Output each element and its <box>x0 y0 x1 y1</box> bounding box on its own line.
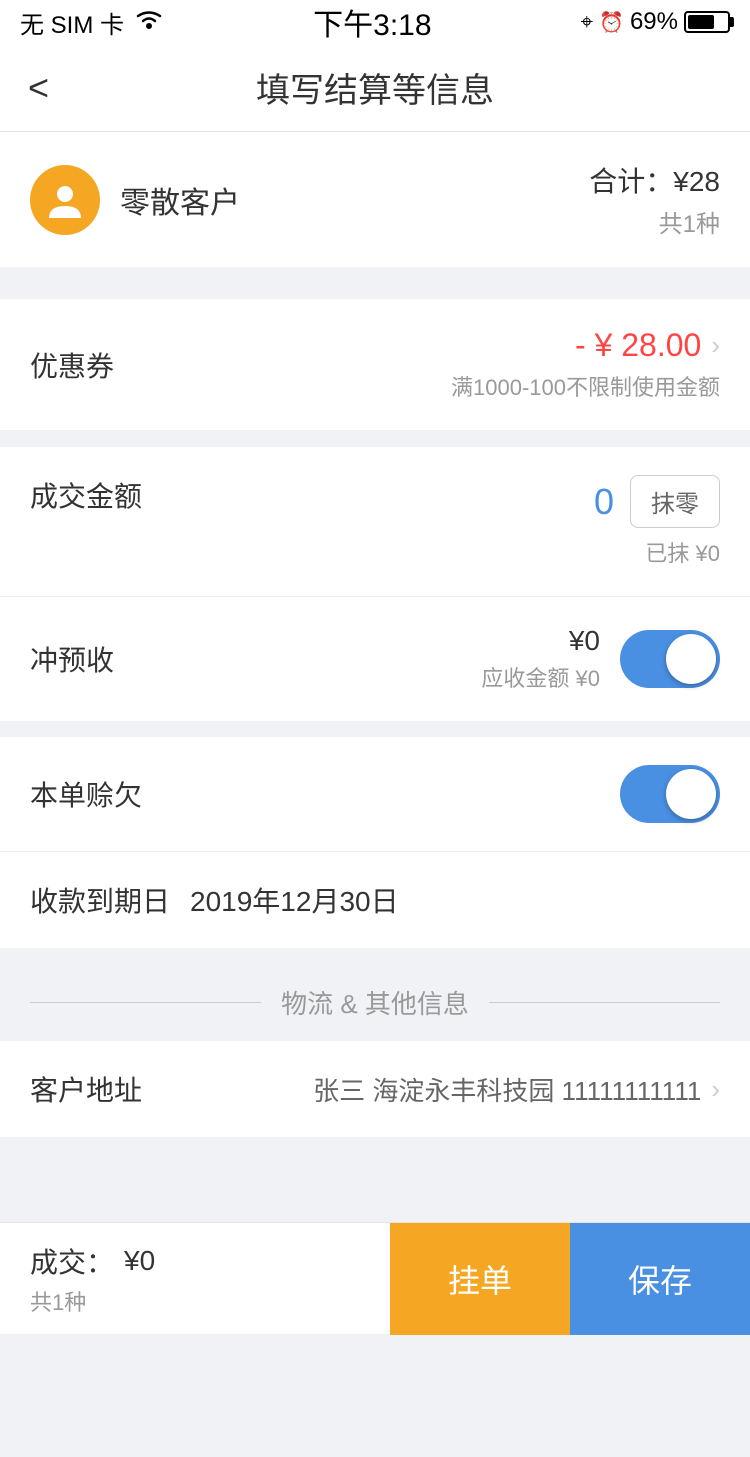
logistics-label: 物流 & 其他信息 <box>281 984 469 1021</box>
save-button[interactable]: 保存 <box>570 1223 750 1335</box>
address-value: 张三 海淀永丰科技园 11111111111 <box>162 1071 701 1108</box>
round-zero-button[interactable]: 抹零 <box>630 475 720 528</box>
prepay-right: ¥0 应收金额 ¥0 <box>481 625 720 693</box>
divider-2 <box>0 431 750 447</box>
coupon-row[interactable]: 优惠券 - ¥ 28.00 › 满1000-100不限制使用金额 <box>0 299 750 431</box>
alarm-icon: ⏰ <box>599 10 624 35</box>
battery-percent: 69% <box>630 8 678 36</box>
credit-label: 本单赊欠 <box>30 774 142 814</box>
location-icon: ⌖ <box>581 9 593 35</box>
prepay-toggle[interactable] <box>620 630 720 688</box>
due-date-row: 收款到期日 2019年12月30日 <box>0 851 750 948</box>
customer-left: 零散客户 <box>30 165 240 235</box>
divider-4 <box>0 948 750 964</box>
due-date-value: 2019年12月30日 <box>190 880 399 920</box>
address-chevron-icon: › <box>711 1074 720 1105</box>
status-time: 下午3:18 <box>313 0 431 44</box>
prepay-sub: 应收金额 ¥0 <box>481 661 600 693</box>
coupon-subtext: 满1000-100不限制使用金额 <box>451 370 720 402</box>
prepay-row: 冲预收 ¥0 应收金额 ¥0 <box>0 597 750 721</box>
nav-bar: < 填写结算等信息 <box>0 44 750 132</box>
credit-row: 本单赊欠 <box>0 737 750 851</box>
header-line-right <box>489 1002 720 1003</box>
deal-amount-row: 成交金额 0 抹零 已抹 ¥0 <box>0 447 750 597</box>
carrier-text: 无 SIM 卡 <box>20 5 124 40</box>
hang-button[interactable]: 挂单 <box>390 1223 570 1335</box>
avatar <box>30 165 100 235</box>
bottom-deal-label: 成交： <box>30 1241 114 1281</box>
toggle-thumb <box>666 634 716 684</box>
address-label: 客户地址 <box>30 1069 142 1109</box>
total-count: 共1种 <box>589 204 720 239</box>
page-title: 填写结算等信息 <box>256 63 494 112</box>
bottom-count: 共1种 <box>30 1285 360 1317</box>
status-left: 无 SIM 卡 <box>20 5 164 40</box>
wifi-icon <box>134 8 164 37</box>
coupon-right: - ¥ 28.00 › 满1000-100不限制使用金额 <box>451 327 720 402</box>
customer-summary: 合计：¥28 共1种 <box>589 160 720 239</box>
deal-sub-text: 已抹 ¥0 <box>645 536 720 568</box>
total-amount: 合计：¥28 <box>589 160 720 200</box>
status-right: ⌖ ⏰ 69% <box>581 8 730 36</box>
logistics-section-header: 物流 & 其他信息 <box>0 964 750 1041</box>
battery-icon <box>684 11 730 33</box>
address-row[interactable]: 客户地址 张三 海淀永丰科技园 11111111111 › <box>0 1041 750 1137</box>
credit-toggle[interactable] <box>620 765 720 823</box>
due-date-label: 收款到期日 <box>30 880 170 920</box>
header-line-left <box>30 1002 261 1003</box>
deal-amount-label: 成交金额 <box>30 475 142 515</box>
coupon-value: - ¥ 28.00 <box>575 327 701 364</box>
divider-1 <box>0 283 750 299</box>
divider-3 <box>0 721 750 737</box>
prepay-amount: ¥0 <box>481 625 600 657</box>
chevron-right-icon: › <box>711 330 720 361</box>
bottom-bar: 成交： ¥0 共1种 挂单 保存 <box>0 1222 750 1334</box>
deal-amount-value: 0 <box>594 481 614 523</box>
credit-toggle-thumb <box>666 769 716 819</box>
prepay-label: 冲预收 <box>30 639 114 679</box>
bottom-summary: 成交： ¥0 共1种 <box>0 1241 390 1317</box>
customer-name: 零散客户 <box>120 178 240 222</box>
deal-right: 0 抹零 已抹 ¥0 <box>594 475 720 568</box>
back-button[interactable]: < <box>28 67 49 109</box>
bottom-deal-amount: ¥0 <box>124 1245 155 1277</box>
coupon-label: 优惠券 <box>30 345 114 385</box>
customer-section: 零散客户 合计：¥28 共1种 <box>0 132 750 267</box>
status-bar: 无 SIM 卡 下午3:18 ⌖ ⏰ 69% <box>0 0 750 44</box>
